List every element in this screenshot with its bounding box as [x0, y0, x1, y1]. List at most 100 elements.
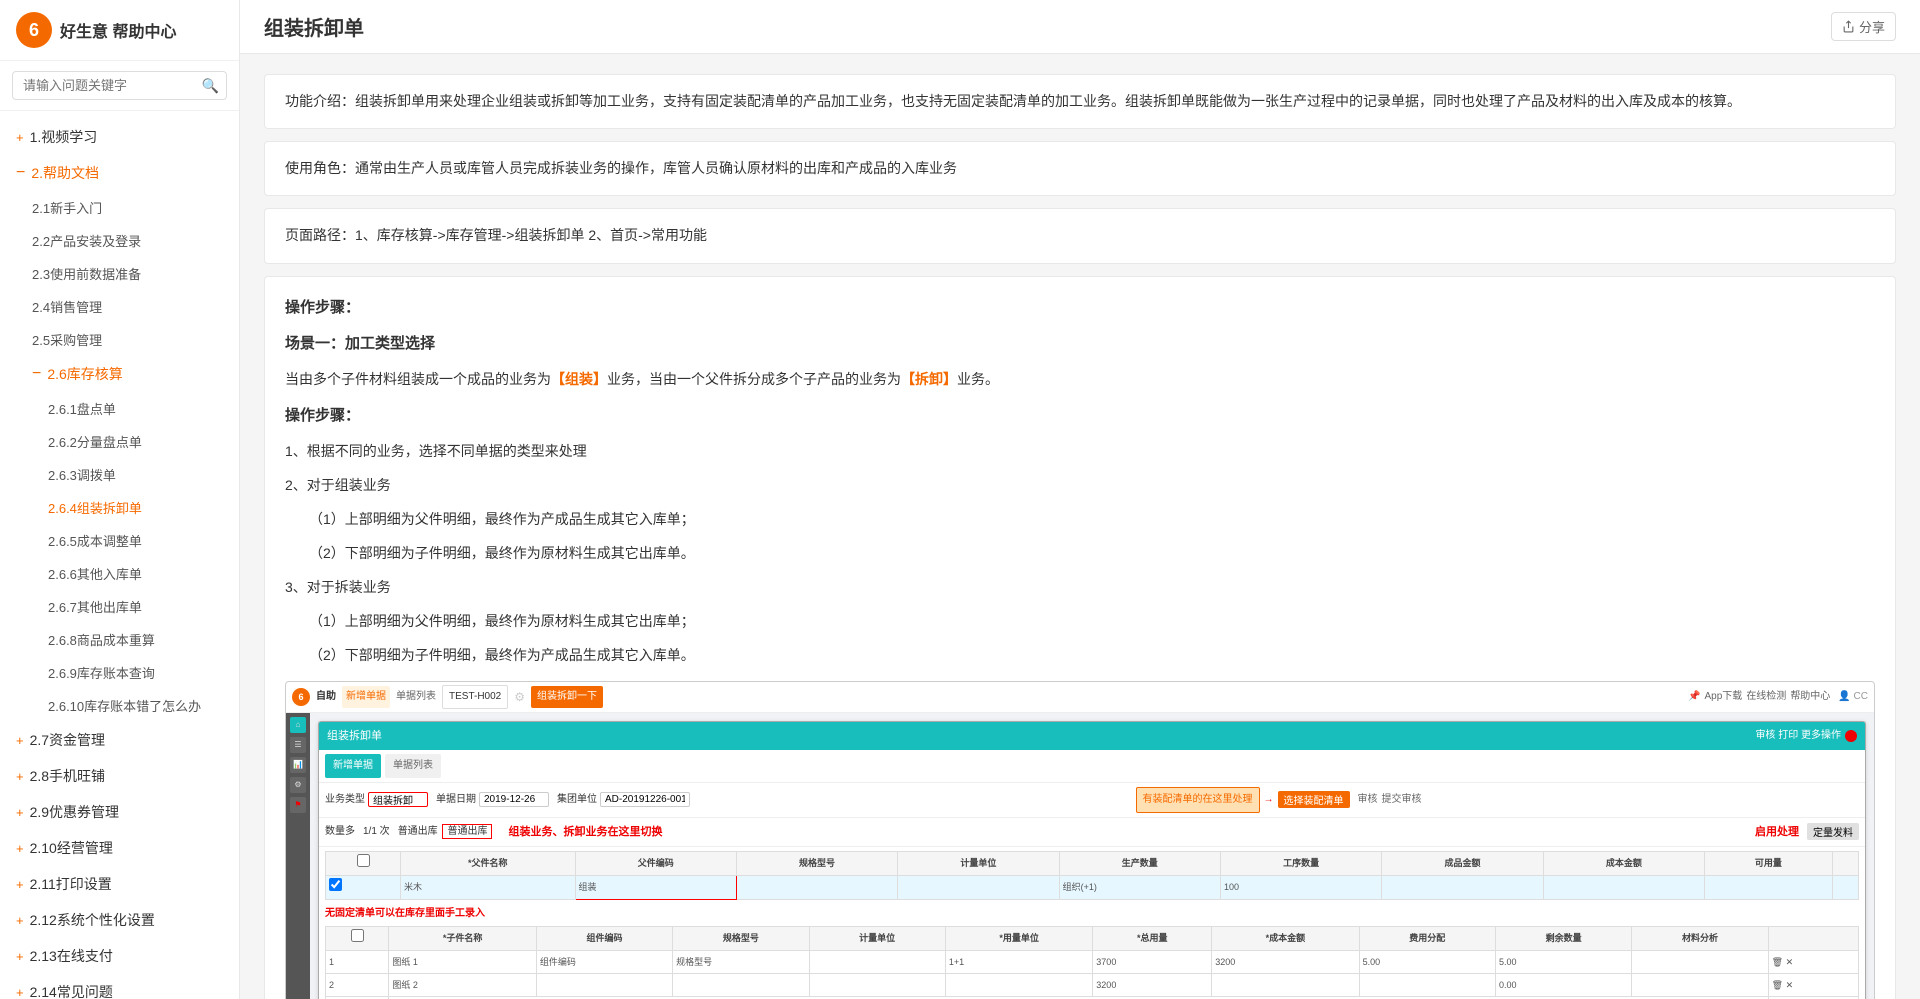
upper-table-header: *父件名称 父件编码 规格型号 计量单位 生产数量 工序数量 成品金额 — [326, 851, 1859, 875]
sidebar-item-install[interactable]: 2.2产品安装及登录 — [0, 224, 239, 257]
step3-label: 3、对于拆装业务 — [285, 573, 1875, 601]
annotation-manual-text: 无固定清单可以在库存里面手工录入 — [325, 908, 485, 919]
form-date-label: 单据日期 — [436, 790, 476, 810]
side-icon-flag[interactable]: ⚑ — [290, 797, 306, 813]
col-cost-amount: 成本金额 — [1543, 851, 1704, 875]
sidebar-item-ops[interactable]: + 2.10经营管理 — [0, 830, 239, 866]
cell-product-amount — [1382, 875, 1543, 899]
share-button[interactable]: 分享 — [1831, 12, 1896, 41]
outer-company-input: TEST-H002 — [442, 685, 508, 709]
sidebar-item-video[interactable]: + 1.视频学习 — [0, 119, 239, 155]
step2-label: 2、对于组装业务 — [285, 471, 1875, 499]
sidebar-item-split-stocktake[interactable]: 2.6.2分量盘点单 — [0, 425, 239, 458]
lcol-distribution: 费用分配 — [1359, 926, 1495, 950]
sidebar-item-online-pay[interactable]: + 2.13在线支付 — [0, 938, 239, 974]
sidebar-item-assembly[interactable]: 2.6.4组装拆卸单 — [0, 491, 239, 524]
cell-checkbox — [326, 875, 401, 899]
submit-btn-text[interactable]: 提交审核 — [1382, 790, 1422, 810]
lcol-dosage-unit: *用量单位 — [945, 926, 1092, 950]
outer-new-btn[interactable]: 新增单据 — [342, 686, 390, 708]
page-title: 组装拆卸单 — [264, 12, 364, 41]
assembly-step1: （1）上部明细为父件明细，最终作为产成品生成其它入库单； — [285, 505, 1875, 533]
lower-row-2: 2 图纸 2 3200 — [326, 973, 1859, 996]
form-billno-input[interactable] — [600, 792, 690, 807]
expand-icon-print: + — [16, 877, 24, 892]
tab-doc-list[interactable]: 单据列表 — [385, 754, 441, 778]
sidebar-item-stock-check[interactable]: 2.6.9库存账本查询 — [0, 656, 239, 689]
outer-company: 自助 — [316, 687, 336, 707]
upper-table-wrap: *父件名称 父件编码 规格型号 计量单位 生产数量 工序数量 成品金额 — [319, 847, 1865, 904]
lcol-code: 组件编码 — [536, 926, 672, 950]
close-button[interactable] — [1845, 730, 1857, 742]
form-type-input[interactable] — [368, 792, 428, 807]
search-input[interactable] — [12, 71, 227, 100]
sidebar-item-inventory[interactable]: − 2.6库存核算 — [0, 356, 239, 392]
expand-icon-online-pay: + — [16, 949, 24, 964]
inner-title-text: 组装拆卸单 — [327, 725, 382, 747]
sidebar-item-other-in[interactable]: 2.6.6其他入库单 — [0, 557, 239, 590]
outer-orange-btn[interactable]: 组装拆卸一下 — [531, 686, 603, 708]
select-assembly-btn[interactable]: 选择装配清单 — [1278, 791, 1350, 808]
sidebar-item-cost-adjust[interactable]: 2.6.5成本调整单 — [0, 524, 239, 557]
remark-box[interactable]: 普通出库 — [442, 824, 492, 839]
side-icon-chart[interactable]: 📊 — [290, 757, 306, 773]
sidebar-item-sales[interactable]: 2.4销售管理 — [0, 290, 239, 323]
sidebar-item-new[interactable]: 2.1新手入门 — [0, 191, 239, 224]
lcol-action — [1768, 926, 1858, 950]
sidebar-item-other-out[interactable]: 2.6.7其他出库单 — [0, 590, 239, 623]
sidebar-item-data-prep[interactable]: 2.3使用前数据准备 — [0, 257, 239, 290]
topbar-icons: 📌 App下载 在线检测 帮助中心 👤 CC — [1688, 687, 1868, 707]
side-icon-docs[interactable]: ☰ — [290, 737, 306, 753]
lcol-sub-name: *子件名称 — [389, 926, 536, 950]
search-box: 🔍 — [0, 61, 239, 111]
sidebar-item-stock-error[interactable]: 2.6.10库存账本错了怎么办 — [0, 689, 239, 722]
sidebar-item-print[interactable]: + 2.11打印设置 — [0, 866, 239, 902]
sidebar-item-finance[interactable]: + 2.7资金管理 — [0, 722, 239, 758]
sidebar-item-custom[interactable]: + 2.12系统个性化设置 — [0, 902, 239, 938]
assembly-step2: （2）下部明细为子件明细，最终作为原材料生成其它出库单。 — [285, 539, 1875, 567]
main-area: 组装拆卸单 分享 功能介绍：组装拆卸单用来处理企业组装或拆卸等加工业务，支持有固… — [240, 0, 1920, 999]
side-icon-settings[interactable]: ⚙ — [290, 777, 306, 793]
select-all-upper[interactable] — [357, 854, 370, 867]
operations-title: 操作步骤： — [285, 293, 1875, 323]
tab-new-doc[interactable]: 新增单据 — [325, 754, 381, 778]
approve-btn-text[interactable]: 审核 — [1358, 790, 1378, 810]
outer-app-logo: 6 — [292, 688, 310, 706]
sidebar-item-purchase[interactable]: 2.5采购管理 — [0, 323, 239, 356]
col-available: 可用量 — [1705, 851, 1833, 875]
expand-icon: + — [16, 130, 24, 145]
cell-produce-qty: 组织(+1) — [1059, 875, 1220, 899]
quota-btn[interactable]: 定量发料 — [1807, 823, 1859, 840]
collapse-icon: − — [16, 165, 25, 181]
share-icon — [1842, 20, 1855, 33]
app-screenshot-frame: 6 自助 新增单据 单据列表 TEST-H002 ⚙ 组装拆卸一下 📌 App下… — [285, 681, 1875, 999]
app-body: ⌂ ☰ 📊 ⚙ ⚑ 组装拆卸单 — [286, 713, 1874, 999]
disassembly-step2: （2）下部明细为子件明细，最终作为产成品生成其它入库单。 — [285, 641, 1875, 669]
col-spec: 规格型号 — [736, 851, 897, 875]
form-date-input[interactable] — [479, 792, 549, 807]
expand-icon-finance: + — [16, 733, 24, 748]
sidebar-item-docs[interactable]: − 2.帮助文档 — [0, 155, 239, 191]
row-checkbox[interactable] — [329, 878, 342, 891]
second-form-row: 数量多 1/1 次 普通出库 普通出库 组装业务、拆卸业务在这里切换 启用处理 — [319, 818, 1865, 847]
select-all-lower[interactable] — [351, 929, 364, 942]
sidebar-item-faq[interactable]: + 2.14常见问题 — [0, 974, 239, 999]
sidebar-item-transfer[interactable]: 2.6.3调拨单 — [0, 458, 239, 491]
side-icon-home[interactable]: ⌂ — [290, 717, 306, 733]
operations-section: 操作步骤： 场景一：加工类型选择 当由多个子件材料组装成一个成品的业务为【组装】… — [264, 276, 1896, 999]
sidebar-item-coupon[interactable]: + 2.9优惠券管理 — [0, 794, 239, 830]
expand-icon-coupon: + — [16, 805, 24, 820]
lcol-total-usage: *总用量 — [1093, 926, 1212, 950]
sidebar-item-stocktake[interactable]: 2.6.1盘点单 — [0, 392, 239, 425]
sidebar-item-mobile[interactable]: + 2.8手机旺铺 — [0, 758, 239, 794]
inner-app-window: 组装拆卸单 审核 打印 更多操作 新增单据 单据列表 — [318, 721, 1866, 999]
brand-title: 好生意 帮助中心 — [60, 18, 176, 42]
lcol-cost: *成本金额 — [1212, 926, 1359, 950]
lcol-unit: 计量单位 — [809, 926, 945, 950]
cell-upper-action — [1832, 875, 1858, 899]
sidebar-item-product-cost[interactable]: 2.6.8商品成本重算 — [0, 623, 239, 656]
step1: 1、根据不同的业务，选择不同单据的类型来处理 — [285, 437, 1875, 465]
form-group-date: 单据日期 — [436, 790, 549, 810]
outer-list-btn[interactable]: 单据列表 — [396, 687, 436, 707]
search-icon[interactable]: 🔍 — [202, 77, 219, 94]
